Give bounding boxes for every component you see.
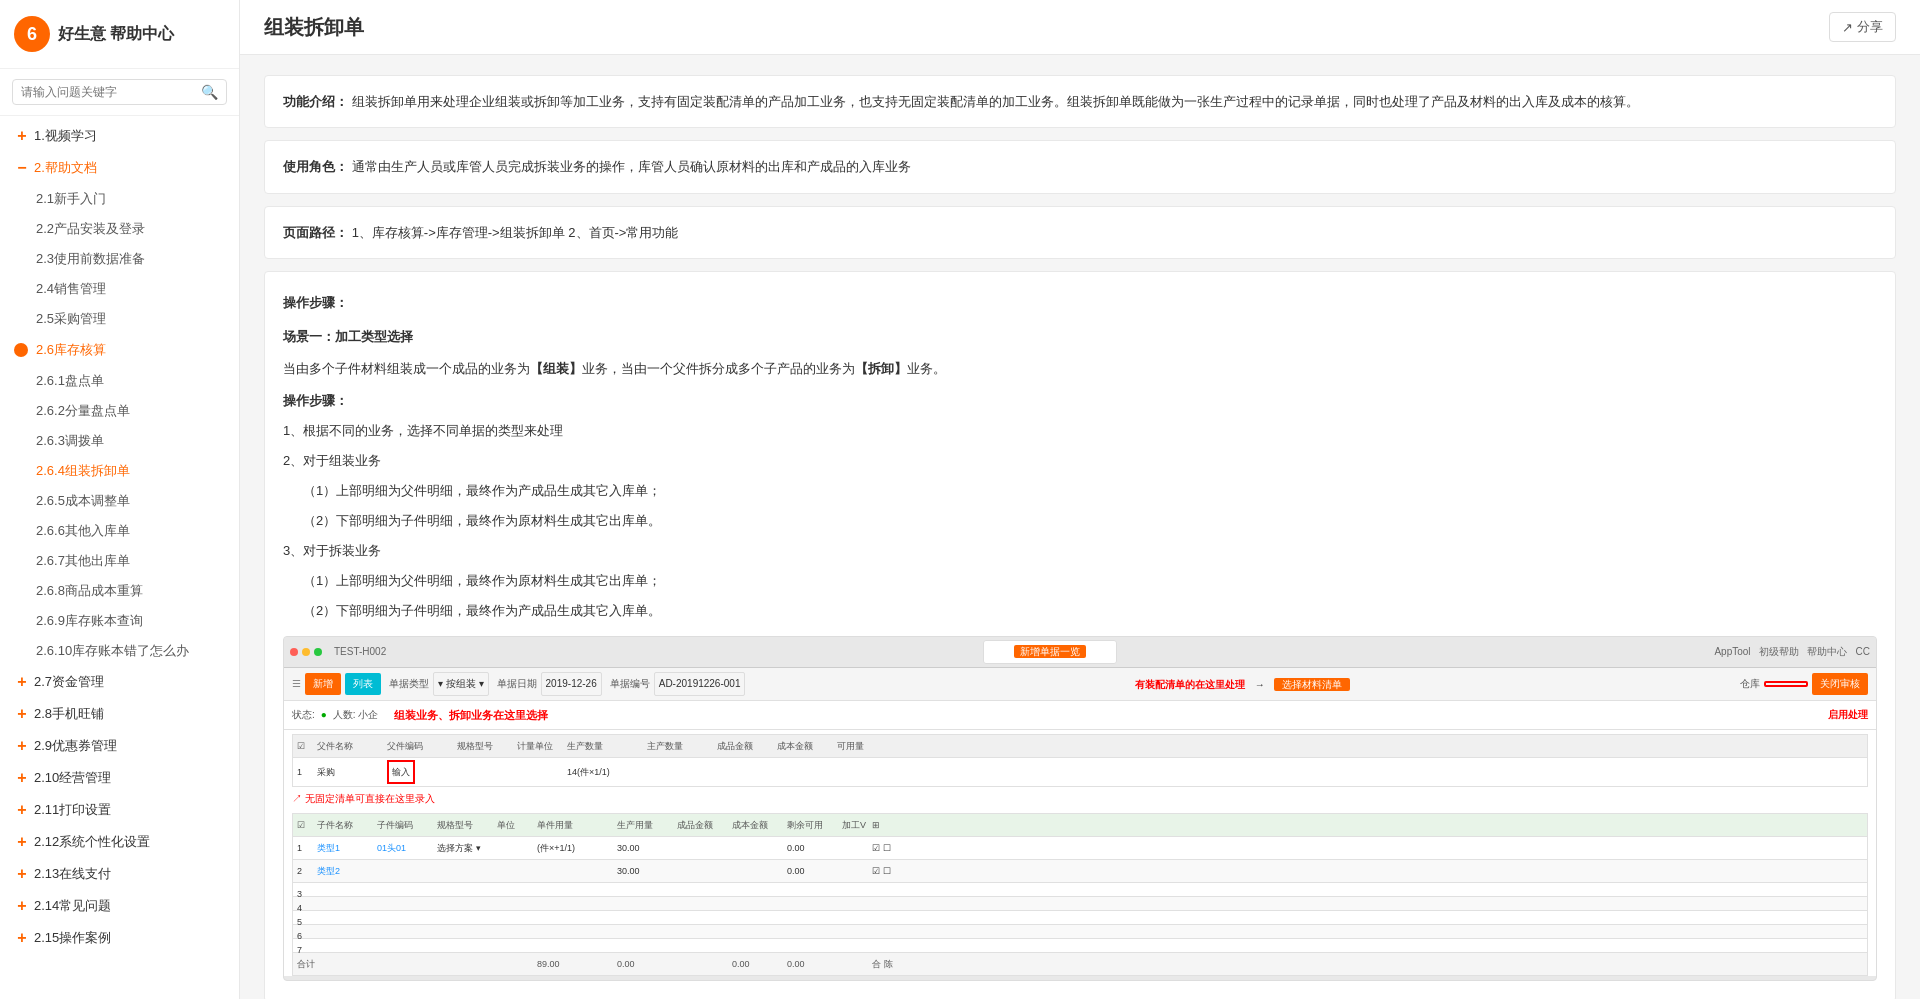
intro-label: 功能介绍： (283, 94, 348, 109)
annotation1: 有装配清单的在这里处理 (1135, 679, 1245, 690)
nav-item-label: 2.6库存核算 (36, 341, 106, 359)
ops-steps-title: 操作步骤： (283, 393, 348, 408)
nav-item-label: 2.12系统个性化设置 (34, 833, 150, 851)
scene1-title: 场景一：加工类型选择 (283, 329, 413, 344)
nav-section: + 1.视频学习 − 2.帮助文档 2.1新手入门 2.2产品安装及登录 2.3… (0, 116, 239, 958)
sidebar-item-purchase[interactable]: 2.5采购管理 (0, 304, 239, 334)
expand-icon: + (14, 769, 30, 787)
intro-block: 功能介绍： 组装拆卸单用来处理企业组装或拆卸等加工业务，支持有固定装配清单的产品… (264, 75, 1896, 128)
sidebar-item-215[interactable]: + 2.15操作案例 (0, 922, 239, 954)
share-icon: ↗ (1842, 20, 1853, 35)
lower-table-area: ☑ 子件名称 子件编码 规格型号 单位 单件用量 生产用量 成品金额 成本金额 … (292, 813, 1868, 976)
role-text: 通常由生产人员或库管人员完成拆装业务的操作，库管人员确认原材料的出库和产成品的入… (352, 159, 911, 174)
expand-icon: + (14, 865, 30, 883)
sidebar-item-28[interactable]: + 2.8手机旺铺 (0, 698, 239, 730)
search-box[interactable]: 🔍 (12, 79, 227, 105)
sidebar-item-266[interactable]: 2.6.6其他入库单 (0, 516, 239, 546)
expand-icon: + (14, 737, 30, 755)
path-text: 1、库存核算->库存管理->组装拆卸单 2、首页->常用功能 (352, 225, 679, 240)
sidebar-item-268[interactable]: 2.6.8商品成本重算 (0, 576, 239, 606)
sidebar-item-2610[interactable]: 2.6.10库存账本错了怎么办 (0, 636, 239, 666)
scene1-desc: 当由多个子件材料组装成一个成品的业务为【组装】业务，当由一个父件拆分成多个子产品… (283, 356, 1877, 382)
step2-1: （1）上部明细为父件明细，最终作为产成品生成其它入库单； (303, 478, 1877, 504)
screenshot-btn-new: 新增单据一览 (1014, 645, 1086, 658)
expand-icon: + (14, 833, 30, 851)
nav-item-label: 2.8手机旺铺 (34, 705, 104, 723)
expand-icon: + (14, 127, 30, 145)
sidebar-item-265[interactable]: 2.6.5成本调整单 (0, 486, 239, 516)
step3-2: （2）下部明细为子件明细，最终作为产成品生成其它入库单。 (303, 598, 1877, 624)
path-block: 页面路径： 1、库存核算->库存管理->组装拆卸单 2、首页->常用功能 (264, 206, 1896, 259)
nav-item-label: 2.9优惠券管理 (34, 737, 117, 755)
path-label: 页面路径： (283, 225, 348, 240)
nav-item-label: 2.15操作案例 (34, 929, 111, 947)
sidebar-item-inventory[interactable]: 2.6库存核算 (0, 334, 239, 366)
role-block: 使用角色： 通常由生产人员或库管人员完成拆装业务的操作，库管人员确认原材料的出库… (264, 140, 1896, 193)
btn-select-bom[interactable]: 选择材料清单 (1274, 678, 1350, 691)
step2: 2、对于组装业务 (283, 448, 1877, 474)
sidebar-item-video[interactable]: + 1.视频学习 (0, 120, 239, 152)
tab-list[interactable]: 列表 (345, 673, 381, 695)
sidebar-item-263[interactable]: 2.6.3调拨单 (0, 426, 239, 456)
operations-title: 操作步骤： (283, 295, 348, 310)
search-area: 🔍 (0, 69, 239, 116)
nav-item-label: 2.10经营管理 (34, 769, 111, 787)
logo-icon: 6 (14, 16, 50, 52)
date-field: 2019-12-26 (541, 672, 602, 696)
expand-icon: + (14, 801, 30, 819)
expand-icon: + (14, 929, 30, 947)
sidebar-item-docs[interactable]: − 2.帮助文档 (0, 152, 239, 184)
sidebar-item-214[interactable]: + 2.14常见问题 (0, 890, 239, 922)
step3: 3、对于拆装业务 (283, 538, 1877, 564)
annotation3: 启用处理 (1828, 705, 1868, 725)
doc-no-field: AD-20191226-001 (654, 672, 746, 696)
nav-item-label: 2.帮助文档 (34, 159, 97, 177)
step3-1: （1）上部明细为父件明细，最终作为原材料生成其它出库单； (303, 568, 1877, 594)
intro-text: 组装拆卸单用来处理企业组装或拆卸等加工业务，支持有固定装配清单的产品加工业务，也… (352, 94, 1639, 109)
sidebar-item-sales[interactable]: 2.4销售管理 (0, 274, 239, 304)
top-bar: 组装拆卸单 ↗ 分享 (240, 0, 1920, 55)
role-label: 使用角色： (283, 159, 348, 174)
app-id: TEST-H002 (334, 642, 386, 662)
sidebar-item-install[interactable]: 2.2产品安装及登录 (0, 214, 239, 244)
sidebar-item-261[interactable]: 2.6.1盘点单 (0, 366, 239, 396)
sidebar-item-210[interactable]: + 2.10经营管理 (0, 762, 239, 794)
nav-item-label: 2.7资金管理 (34, 673, 104, 691)
sidebar-item-264[interactable]: 2.6.4组装拆卸单 (0, 456, 239, 486)
expand-icon: + (14, 673, 30, 691)
sidebar-item-29[interactable]: + 2.9优惠券管理 (0, 730, 239, 762)
step2-2: （2）下部明细为子件明细，最终作为原材料生成其它出库单。 (303, 508, 1877, 534)
operations-block: 操作步骤： 场景一：加工类型选择 当由多个子件材料组装成一个成品的业务为【组装】… (264, 271, 1896, 999)
step1: 1、根据不同的业务，选择不同单据的类型来处理 (283, 418, 1877, 444)
nav-item-label: 2.13在线支付 (34, 865, 111, 883)
sidebar-item-269[interactable]: 2.6.9库存账本查询 (0, 606, 239, 636)
sidebar-item-data-prep[interactable]: 2.3使用前数据准备 (0, 244, 239, 274)
upper-table-area: ☑ 父件名称 父件编码 规格型号 计量单位 生产数量 主产数量 成品金额 成本金… (292, 734, 1868, 787)
share-button[interactable]: ↗ 分享 (1829, 12, 1896, 42)
nav-item-label: 1.视频学习 (34, 127, 97, 145)
sidebar-item-213[interactable]: + 2.13在线支付 (0, 858, 239, 890)
btn-submit[interactable]: 关闭审核 (1812, 673, 1868, 695)
sidebar-item-27[interactable]: + 2.7资金管理 (0, 666, 239, 698)
nav-item-label: 2.11打印设置 (34, 801, 111, 819)
sidebar-item-newbie[interactable]: 2.1新手入门 (0, 184, 239, 214)
sidebar-item-267[interactable]: 2.6.7其他出库单 (0, 546, 239, 576)
sidebar: 6 好生意 帮助中心 🔍 + 1.视频学习 − 2.帮助文档 2.1新手入门 2… (0, 0, 240, 999)
content-area: 功能介绍： 组装拆卸单用来处理企业组装或拆卸等加工业务，支持有固定装配清单的产品… (240, 55, 1920, 999)
nav-item-label: 2.14常见问题 (34, 897, 111, 915)
screenshot-container: TEST-H002 新增单据一览 AppTool 初级帮助 帮助中心 CC ☰ … (283, 636, 1877, 981)
sidebar-item-211[interactable]: + 2.11打印设置 (0, 794, 239, 826)
expand-icon: + (14, 897, 30, 915)
search-input[interactable] (21, 85, 201, 99)
main-area: 组装拆卸单 ↗ 分享 功能介绍： 组装拆卸单用来处理企业组装或拆卸等加工业务，支… (240, 0, 1920, 999)
collapse-icon: − (14, 159, 30, 177)
sidebar-item-212[interactable]: + 2.12系统个性化设置 (0, 826, 239, 858)
sidebar-item-262[interactable]: 2.6.2分量盘点单 (0, 396, 239, 426)
tab-new[interactable]: 新增 (305, 673, 341, 695)
expand-icon: + (14, 705, 30, 723)
search-icon[interactable]: 🔍 (201, 84, 218, 100)
page-title: 组装拆卸单 (264, 14, 364, 41)
logo-area: 6 好生意 帮助中心 (0, 0, 239, 69)
logo-text: 好生意 帮助中心 (58, 24, 174, 45)
